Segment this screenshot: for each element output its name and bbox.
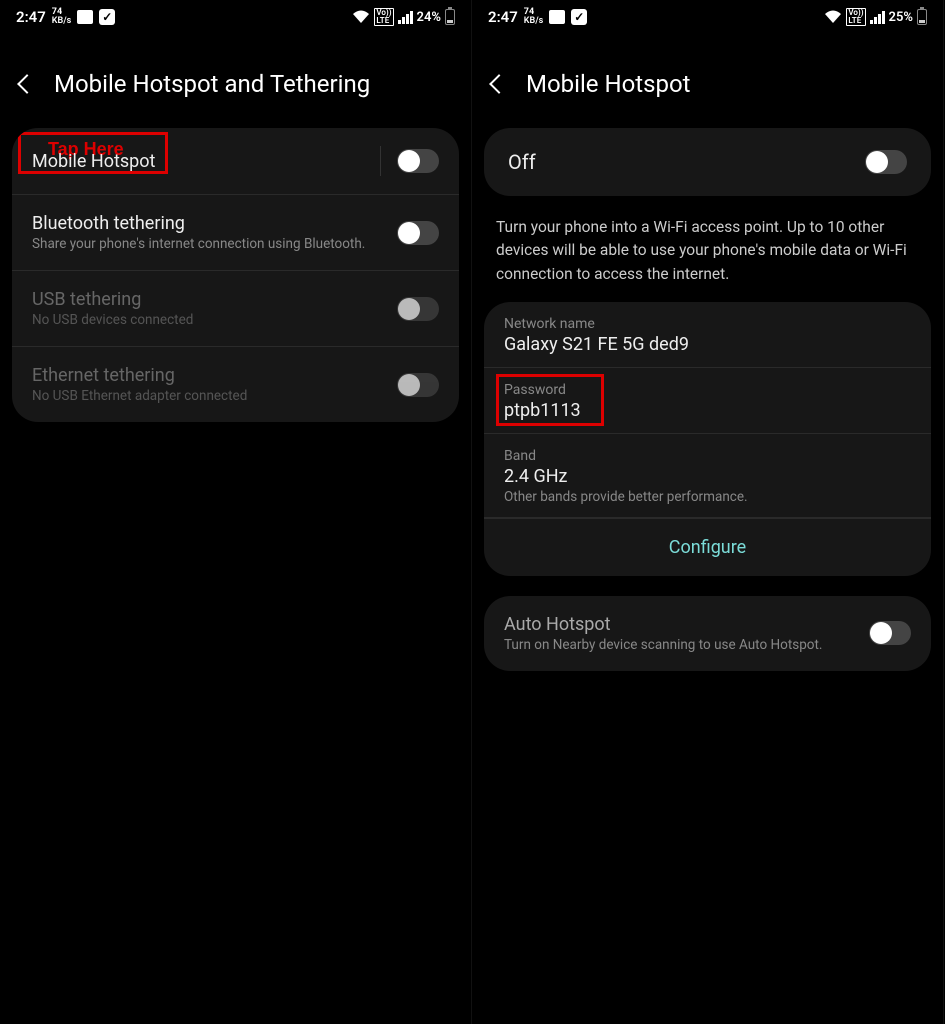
status-time: 2:47 — [16, 8, 46, 26]
configure-button[interactable]: Configure — [484, 518, 931, 576]
off-label: Off — [508, 150, 536, 174]
page-title: Mobile Hotspot and Tethering — [54, 70, 370, 98]
row-usb-tethering: USB tethering No USB devices connected — [12, 271, 459, 347]
row-title: Ethernet tethering — [32, 365, 397, 386]
field-label: Network name — [504, 316, 911, 332]
header: Mobile Hotspot and Tethering — [0, 30, 471, 128]
divider — [380, 146, 381, 176]
row-subtitle: No USB Ethernet adapter connected — [32, 388, 397, 404]
volte-icon: Vo))LTE — [846, 8, 865, 26]
field-value: 2.4 GHz — [504, 466, 911, 487]
auto-hotspot-card: Auto Hotspot Turn on Nearby device scann… — [484, 596, 931, 671]
battery-percent: 25% — [889, 10, 913, 25]
battery-percent: 24% — [417, 10, 441, 25]
field-band[interactable]: Band 2.4 GHz Other bands provide better … — [484, 434, 931, 518]
row-ethernet-tethering: Ethernet tethering No USB Ethernet adapt… — [12, 347, 459, 422]
row-title: Mobile Hotspot — [32, 151, 380, 172]
toggle-mobile-hotspot[interactable] — [397, 149, 439, 173]
row-subtitle: Turn on Nearby device scanning to use Au… — [504, 637, 869, 653]
phone-left: 2:47 74 KB/s ✓ Vo))LTE 24% Mobile Hotspo… — [0, 0, 472, 1024]
check-icon: ✓ — [99, 9, 115, 25]
back-icon[interactable] — [489, 74, 509, 94]
status-bar: 2:47 74 KB/s ✓ Vo))LTE 25% — [472, 0, 943, 30]
row-subtitle: Share your phone's internet connection u… — [32, 236, 397, 252]
page-title: Mobile Hotspot — [526, 70, 691, 98]
row-title: Bluetooth tethering — [32, 213, 397, 234]
volte-icon: Vo))LTE — [374, 8, 393, 26]
row-title: Auto Hotspot — [504, 614, 869, 635]
row-bluetooth-tethering[interactable]: Bluetooth tethering Share your phone's i… — [12, 195, 459, 271]
status-bar: 2:47 74 KB/s ✓ Vo))LTE 24% — [0, 0, 471, 30]
toggle-bluetooth-tethering[interactable] — [397, 221, 439, 245]
battery-icon — [917, 9, 927, 25]
field-value: ptpb1113 — [504, 400, 911, 421]
settings-card: Mobile Hotspot Bluetooth tethering Share… — [12, 128, 459, 422]
status-time: 2:47 — [488, 8, 518, 26]
toggle-usb-tethering — [397, 297, 439, 321]
check-icon: ✓ — [571, 9, 587, 25]
phone-right: 2:47 74 KB/s ✓ Vo))LTE 25% Mobile Hotspo… — [472, 0, 944, 1024]
toggle-auto-hotspot[interactable] — [869, 621, 911, 645]
field-sub: Other bands provide better performance. — [504, 489, 911, 505]
image-icon — [77, 10, 93, 24]
row-mobile-hotspot[interactable]: Mobile Hotspot — [12, 128, 459, 195]
wifi-icon — [352, 10, 370, 24]
hotspot-description: Turn your phone into a Wi-Fi access poin… — [472, 216, 943, 302]
status-speed: 74 KB/s — [52, 8, 71, 26]
status-speed: 74 KB/s — [524, 8, 543, 26]
signal-icon — [870, 10, 885, 24]
toggle-hotspot[interactable] — [865, 150, 907, 174]
back-icon[interactable] — [17, 74, 37, 94]
battery-icon — [445, 9, 455, 25]
signal-icon — [398, 10, 413, 24]
wifi-icon — [824, 10, 842, 24]
field-value: Galaxy S21 FE 5G ded9 — [504, 334, 911, 355]
toggle-ethernet-tethering — [397, 373, 439, 397]
field-password[interactable]: Password ptpb1113 — [484, 368, 931, 434]
row-hotspot-off[interactable]: Off — [484, 128, 931, 196]
row-subtitle: No USB devices connected — [32, 312, 397, 328]
row-auto-hotspot[interactable]: Auto Hotspot Turn on Nearby device scann… — [484, 596, 931, 671]
field-label: Band — [504, 448, 911, 464]
row-title: USB tethering — [32, 289, 397, 310]
field-network-name[interactable]: Network name Galaxy S21 FE 5G ded9 — [484, 302, 931, 368]
image-icon — [549, 10, 565, 24]
network-card: Network name Galaxy S21 FE 5G ded9 Passw… — [484, 302, 931, 576]
field-label: Password — [504, 382, 911, 398]
header: Mobile Hotspot — [472, 30, 943, 128]
off-card: Off — [484, 128, 931, 196]
